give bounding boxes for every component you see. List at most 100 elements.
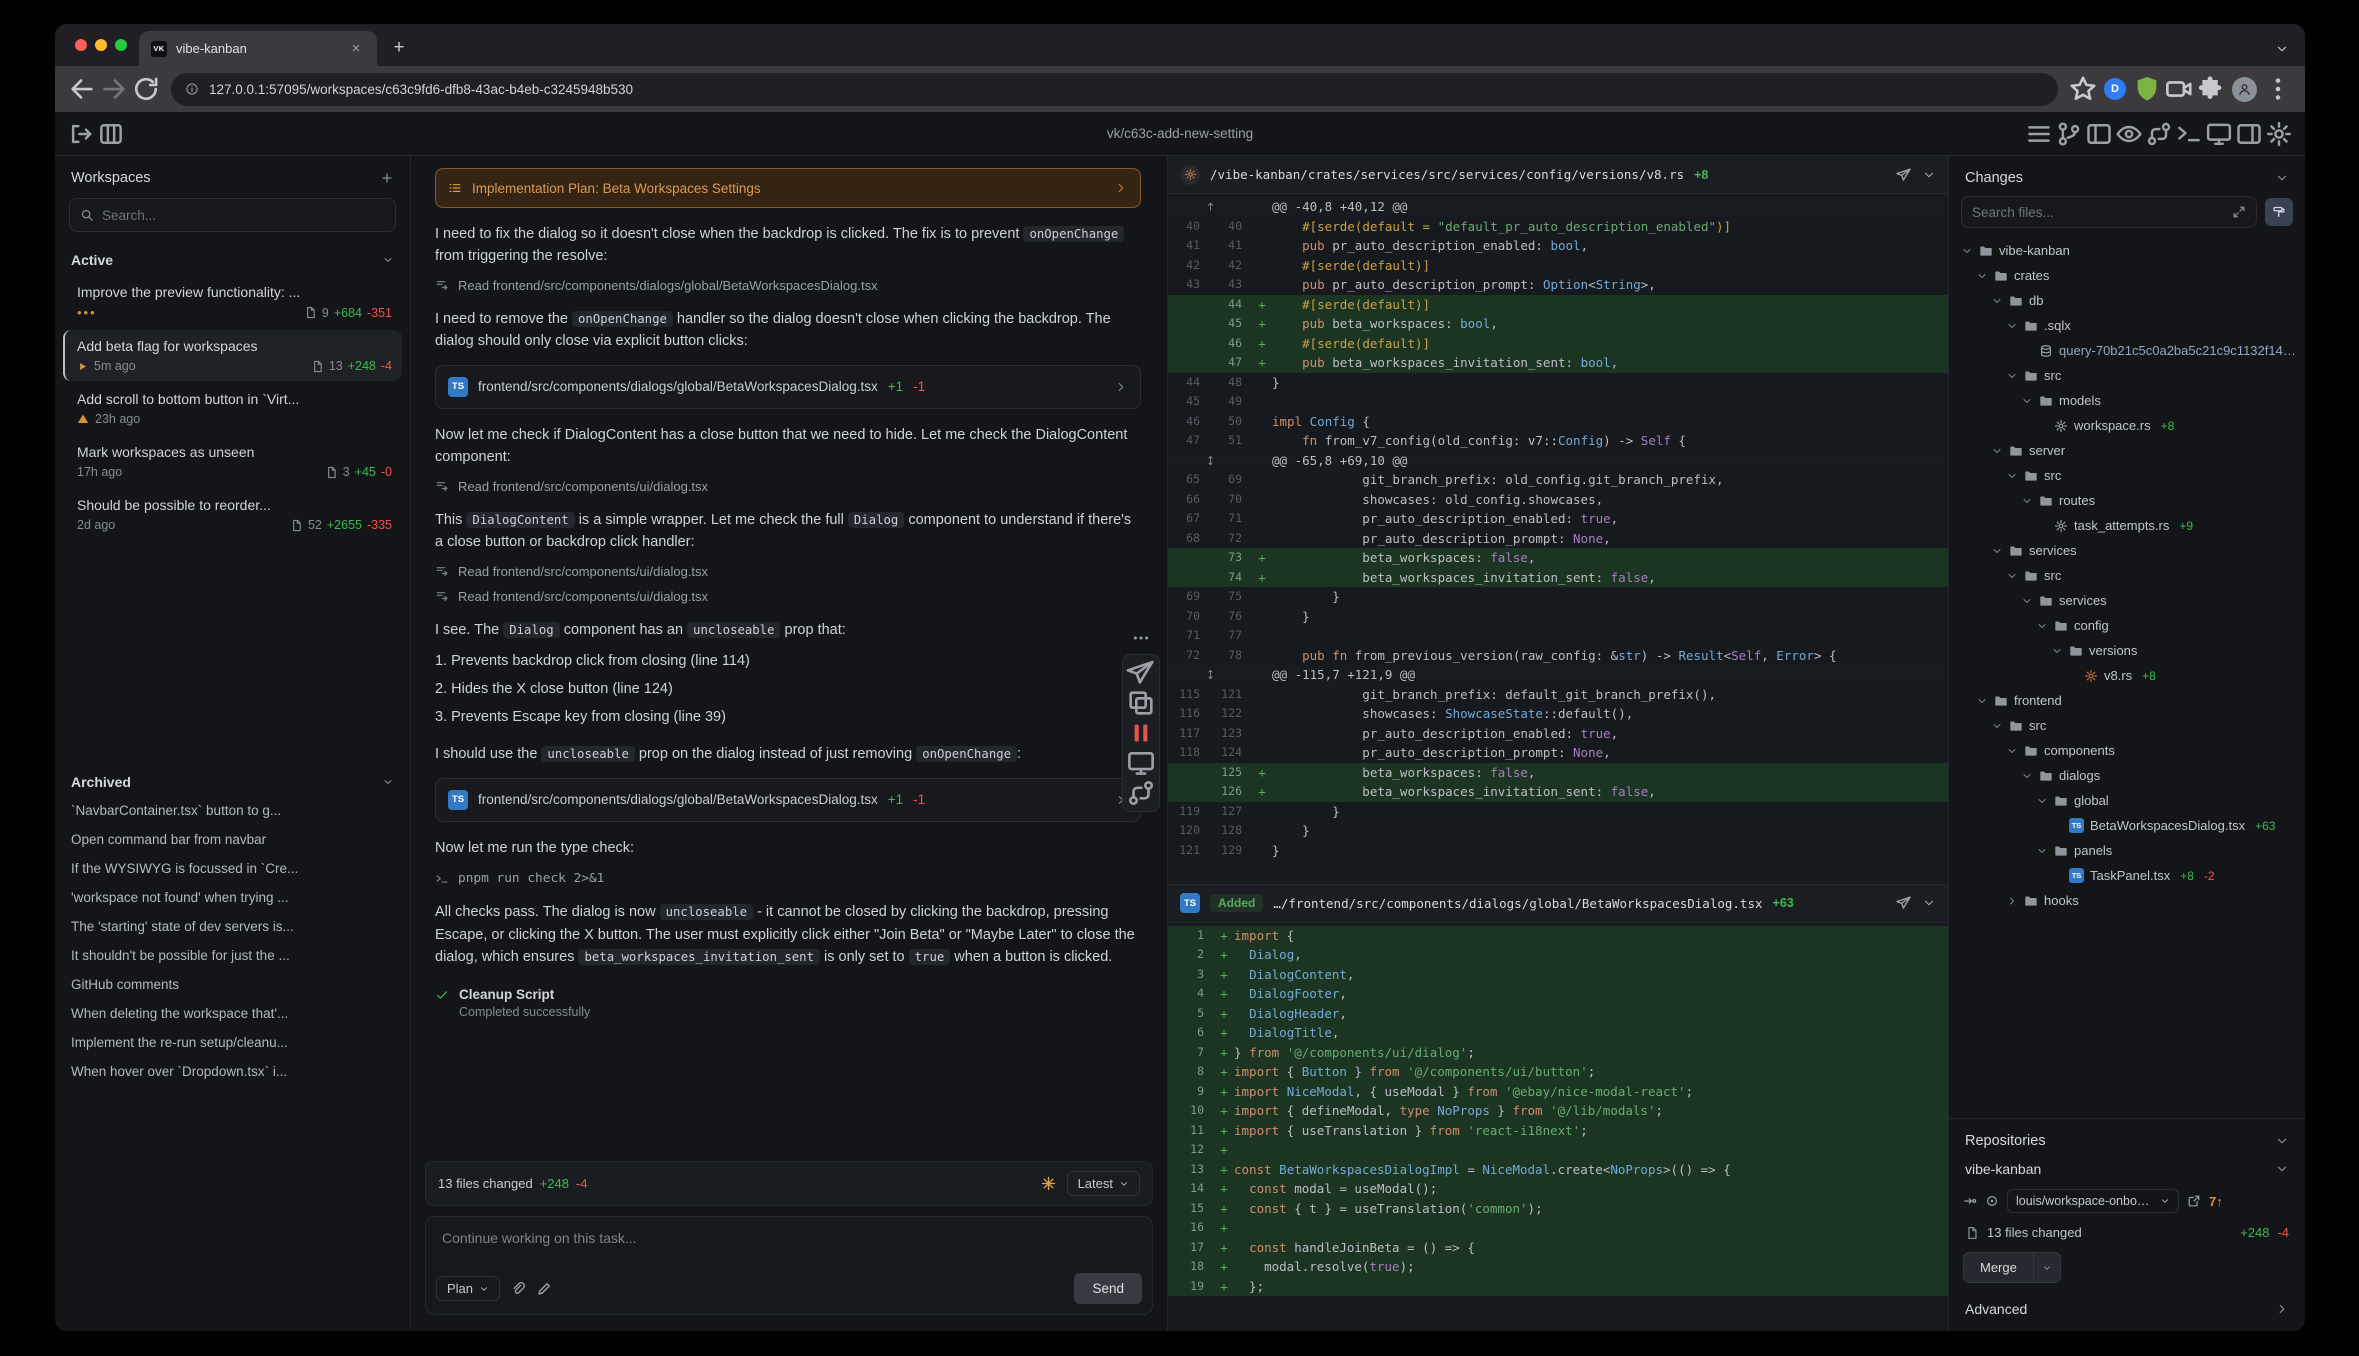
branch-select-button[interactable]: louis/workspace-onboarding (2007, 1189, 2179, 1213)
tree-file-query-70b21c5c0a2ba5c21c9c1132f14a68[interactable]: query-70b21c5c0a2ba5c21c9c1132f14a68... (1957, 338, 2297, 363)
tab-close-button[interactable]: × (347, 40, 365, 58)
browser-tab[interactable]: VK vibe-kanban × (139, 31, 377, 66)
search-files-input[interactable] (1972, 204, 2224, 220)
active-section-header[interactable]: Active (55, 242, 410, 274)
expand-hunk-button[interactable] (1168, 665, 1252, 685)
tree-folder-src[interactable]: src (1957, 563, 2297, 588)
tree-folder-src[interactable]: src (1957, 363, 2297, 388)
workspace-item[interactable]: Add beta flag for workspaces 5m ago 13 +248… (63, 330, 402, 381)
more-options-button[interactable] (1128, 628, 1154, 648)
close-window-button[interactable] (75, 39, 87, 51)
toggle-left-panel-button[interactable] (2085, 120, 2113, 148)
archived-workspace-item[interactable]: The 'starting' state of dev servers is..… (55, 912, 410, 941)
sparkle-icon[interactable] (1041, 1176, 1056, 1191)
tree-folder-models[interactable]: models (1957, 388, 2297, 413)
tree-folder-panels[interactable]: panels (1957, 838, 2297, 863)
version-select-button[interactable]: Latest (1066, 1171, 1140, 1196)
reload-button[interactable] (131, 74, 161, 104)
tree-folder-crates[interactable]: crates (1957, 263, 2297, 288)
read-file-item[interactable]: Read frontend/src/components/ui/dialog.t… (435, 564, 1141, 579)
open-in-editor-button[interactable] (1896, 167, 1912, 183)
open-branch-external-button[interactable] (2187, 1194, 2201, 1208)
read-file-item[interactable]: Read frontend/src/components/ui/dialog.t… (435, 479, 1141, 494)
merge-button[interactable]: Merge (1963, 1252, 2033, 1283)
open-in-editor-button[interactable] (1896, 895, 1912, 911)
edit-message-button[interactable] (536, 1281, 552, 1297)
tree-folder-services[interactable]: services (1957, 538, 2297, 563)
tree-file-betaworkspacesdialog-tsx[interactable]: TS BetaWorkspacesDialog.tsx +63 (1957, 813, 2297, 838)
tree-folder-components[interactable]: components (1957, 738, 2297, 763)
zoom-window-button[interactable] (115, 39, 127, 51)
workspace-item[interactable]: Mark workspaces as unseen 17h ago 3 +45 -0 (63, 436, 402, 487)
tree-folder-sqlx[interactable]: .sqlx (1957, 313, 2297, 338)
stop-button[interactable] (1126, 718, 1156, 748)
archived-workspace-item[interactable]: It shouldn't be possible for just the ..… (55, 941, 410, 970)
tree-folder-versions[interactable]: versions (1957, 638, 2297, 663)
new-tab-button[interactable]: + (385, 34, 413, 62)
monitor-button[interactable] (2205, 120, 2233, 148)
collapse-changes-button[interactable] (2275, 171, 2289, 185)
collapse-diff-button[interactable] (1922, 168, 1936, 182)
archived-workspace-item[interactable]: When deleting the workspace that'... (55, 999, 410, 1028)
message-input[interactable] (426, 1217, 1152, 1265)
tree-folder-db[interactable]: db (1957, 288, 2297, 313)
archived-workspace-item[interactable]: If the WYSIWYG is focussed in `Cre... (55, 854, 410, 883)
settings-gear-button[interactable] (2265, 120, 2293, 148)
site-info-icon[interactable] (185, 82, 199, 96)
browser-menu-button[interactable] (2263, 74, 2293, 104)
tree-folder-global[interactable]: global (1957, 788, 2297, 813)
extension-shield-button[interactable] (2132, 74, 2162, 104)
copy-button[interactable] (1126, 688, 1156, 718)
archived-workspace-item[interactable]: Open command bar from navbar (55, 825, 410, 854)
expand-hunk-button[interactable] (1168, 197, 1252, 217)
conversation-scroll[interactable]: Implementation Plan: Beta Workspaces Set… (411, 156, 1167, 1151)
diff-button[interactable] (1126, 778, 1156, 808)
tree-file-taskpanel-tsx[interactable]: TS TaskPanel.tsx +8 -2 (1957, 863, 2297, 888)
tree-folder-dialogs[interactable]: dialogs (1957, 763, 2297, 788)
list-view-button[interactable] (2025, 120, 2053, 148)
tree-folder-routes[interactable]: routes (1957, 488, 2297, 513)
mode-select-button[interactable]: Plan (436, 1276, 501, 1301)
diff-view-button[interactable] (2145, 120, 2173, 148)
preview-button[interactable] (1126, 748, 1156, 778)
terminal-button[interactable] (2175, 120, 2203, 148)
toggle-right-panel-button[interactable] (2235, 120, 2263, 148)
tree-folder-src[interactable]: src (1957, 463, 2297, 488)
archived-workspace-item[interactable]: 'workspace not found' when trying ... (55, 883, 410, 912)
git-branch-button[interactable] (2055, 120, 2083, 148)
extension-camera-button[interactable] (2164, 74, 2194, 104)
workspace-item[interactable]: Add scroll to bottom button in `Virt... 2… (63, 383, 402, 434)
minimize-window-button[interactable] (95, 39, 107, 51)
implementation-plan-banner[interactable]: Implementation Plan: Beta Workspaces Set… (435, 168, 1141, 208)
tree-folder-src[interactable]: src (1957, 713, 2297, 738)
archived-section-header[interactable]: Archived (55, 764, 410, 796)
tree-folder-frontend[interactable]: frontend (1957, 688, 2297, 713)
terminal-command-item[interactable]: pnpm run check 2>&1 (435, 871, 1141, 886)
workspace-item[interactable]: Should be possible to reorder... 2d ago 52… (63, 489, 402, 540)
tab-search-button[interactable] (2275, 42, 2289, 56)
export-button[interactable] (67, 120, 95, 148)
workspace-search-input[interactable] (102, 207, 385, 223)
extension-d-button[interactable]: D (2104, 78, 2126, 100)
highlight-changes-button[interactable] (2265, 198, 2293, 226)
read-file-item[interactable]: Read frontend/src/components/ui/dialog.t… (435, 589, 1141, 604)
tree-file-workspace-rs[interactable]: workspace.rs +8 (1957, 413, 2297, 438)
tree-folder-server[interactable]: server (1957, 438, 2297, 463)
workspace-item[interactable]: Improve the preview functionality: ... ••… (63, 276, 402, 328)
script-status-item[interactable]: Cleanup Script Completed successfully (435, 987, 1141, 1019)
collapse-diff-button[interactable] (1922, 896, 1936, 910)
tree-folder-config[interactable]: config (1957, 613, 2297, 638)
attach-file-button[interactable] (510, 1281, 526, 1297)
tree-file-v8-rs[interactable]: v8.rs +8 (1957, 663, 2297, 688)
back-button[interactable] (67, 74, 97, 104)
file-edit-item[interactable]: TS frontend/src/components/dialogs/global… (435, 364, 1141, 409)
file-edit-item[interactable]: TS frontend/src/components/dialogs/global… (435, 777, 1141, 822)
archived-workspace-item[interactable]: Implement the re-run setup/cleanu... (55, 1028, 410, 1057)
extensions-button[interactable] (2196, 74, 2226, 104)
send-to-editor-button[interactable] (1126, 658, 1156, 688)
tree-folder-hooks[interactable]: hooks (1957, 888, 2297, 913)
preview-toggle-button[interactable] (2115, 120, 2143, 148)
archived-workspace-item[interactable]: GitHub comments (55, 970, 410, 999)
forward-button[interactable] (99, 74, 129, 104)
archived-workspace-item[interactable]: When hover over `Dropdown.tsx` i... (55, 1057, 410, 1086)
